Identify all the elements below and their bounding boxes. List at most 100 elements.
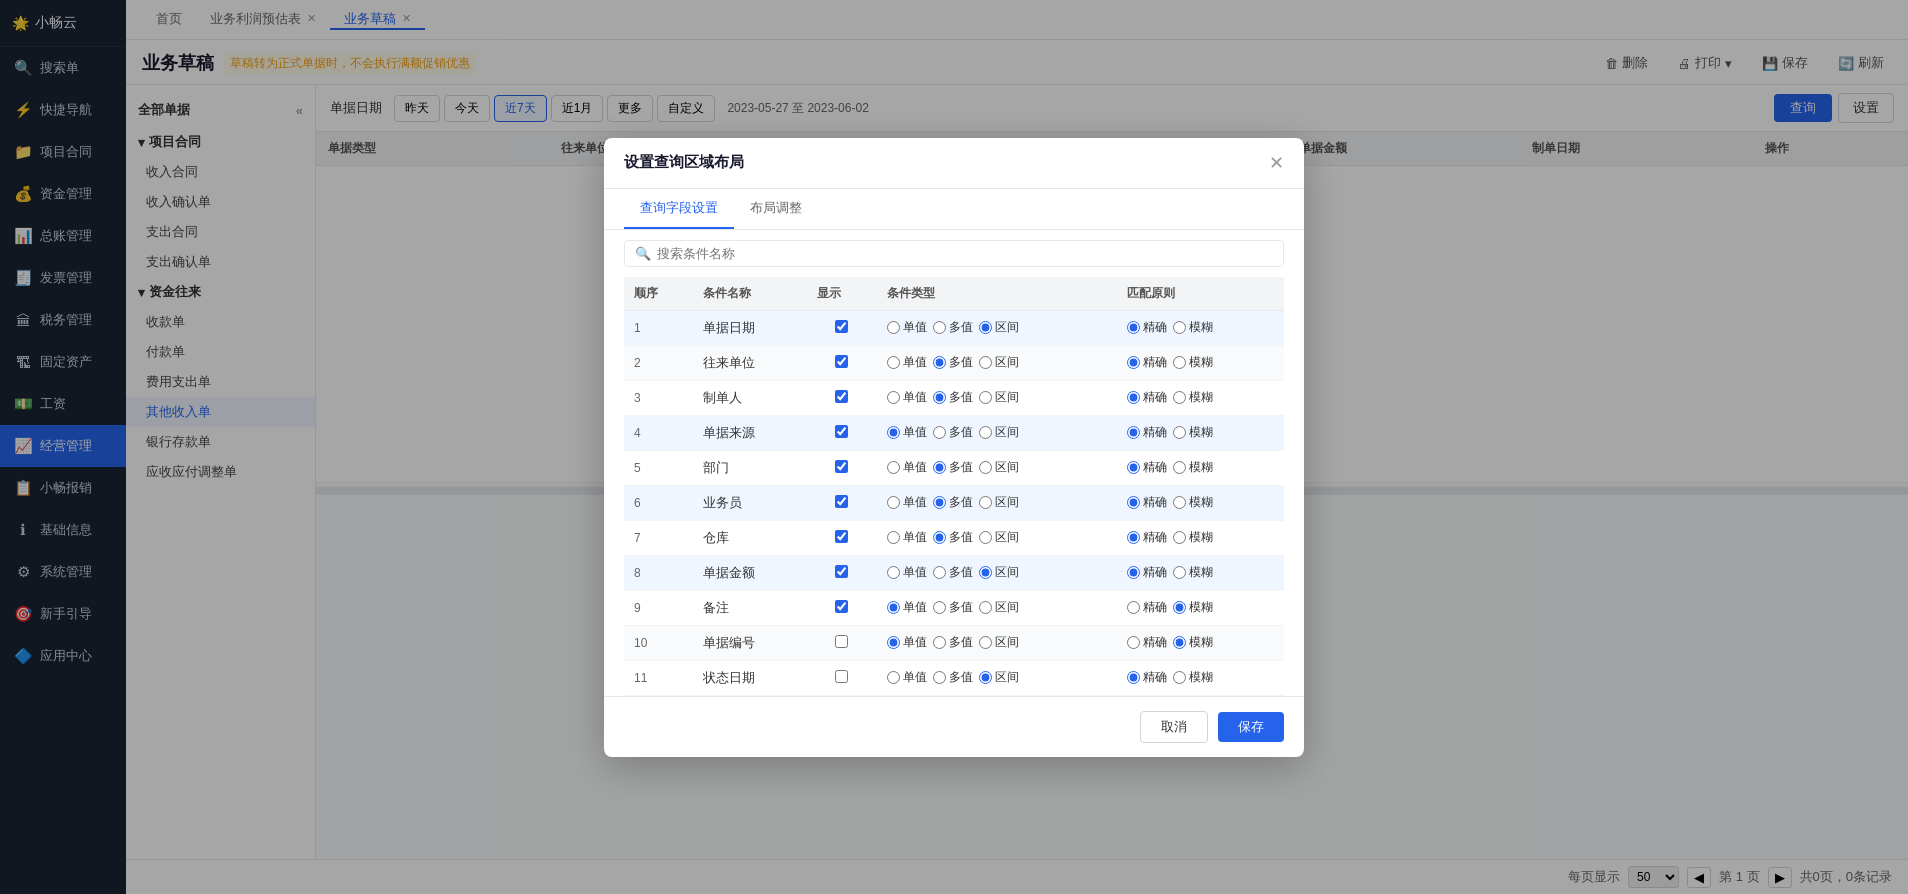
type-radio-多值[interactable]: 多值 (933, 459, 973, 476)
modal-col-匹配原则: 匹配原则 (1117, 277, 1284, 311)
type-radio-多值[interactable]: 多值 (933, 634, 973, 651)
type-radio-多值[interactable]: 多值 (933, 319, 973, 336)
match-radio-精确[interactable]: 精确 (1127, 634, 1167, 651)
show-checkbox[interactable] (835, 425, 848, 438)
type-radio-区间[interactable]: 区间 (979, 319, 1019, 336)
row-match: 精确 模糊 (1117, 590, 1284, 625)
row-order: 10 (624, 625, 693, 660)
match-radio-模糊[interactable]: 模糊 (1173, 354, 1213, 371)
type-radio-单值[interactable]: 单值 (887, 634, 927, 651)
type-radio-多值[interactable]: 多值 (933, 529, 973, 546)
type-radio-单值[interactable]: 单值 (887, 564, 927, 581)
type-radio-单值[interactable]: 单值 (887, 354, 927, 371)
row-show (807, 520, 876, 555)
modal-save-button[interactable]: 保存 (1218, 712, 1284, 742)
type-radio-单值[interactable]: 单值 (887, 494, 927, 511)
match-radio-模糊[interactable]: 模糊 (1173, 669, 1213, 686)
match-radio-模糊[interactable]: 模糊 (1173, 424, 1213, 441)
row-match: 精确 模糊 (1117, 520, 1284, 555)
match-radio-模糊[interactable]: 模糊 (1173, 634, 1213, 651)
show-checkbox[interactable] (835, 600, 848, 613)
type-radio-单值[interactable]: 单值 (887, 459, 927, 476)
type-radio-区间[interactable]: 区间 (979, 424, 1019, 441)
modal-table-row: 10单据编号 单值 多值 区间 精确 模糊 (624, 625, 1284, 660)
type-radio-区间[interactable]: 区间 (979, 354, 1019, 371)
type-radio-多值[interactable]: 多值 (933, 669, 973, 686)
show-checkbox[interactable] (835, 390, 848, 403)
type-radio-区间[interactable]: 区间 (979, 564, 1019, 581)
type-radio-多值[interactable]: 多值 (933, 564, 973, 581)
show-checkbox[interactable] (835, 355, 848, 368)
row-type: 单值 多值 区间 (877, 590, 1117, 625)
match-radio-模糊[interactable]: 模糊 (1173, 529, 1213, 546)
show-checkbox[interactable] (835, 530, 848, 543)
cancel-button[interactable]: 取消 (1140, 711, 1208, 743)
row-match: 精确 模糊 (1117, 485, 1284, 520)
row-show (807, 310, 876, 345)
match-radio-精确[interactable]: 精确 (1127, 389, 1167, 406)
row-order: 2 (624, 345, 693, 380)
type-radio-区间[interactable]: 区间 (979, 634, 1019, 651)
show-checkbox[interactable] (835, 495, 848, 508)
type-radio-单值[interactable]: 单值 (887, 529, 927, 546)
search-icon: 🔍 (635, 246, 651, 261)
match-radio-精确[interactable]: 精确 (1127, 529, 1167, 546)
match-radio-精确[interactable]: 精确 (1127, 599, 1167, 616)
modal-table: 顺序条件名称显示条件类型匹配原则 1单据日期 单值 多值 区间 精确 模糊 2往… (624, 277, 1284, 696)
match-radio-精确[interactable]: 精确 (1127, 319, 1167, 336)
type-radio-单值[interactable]: 单值 (887, 389, 927, 406)
type-radio-多值[interactable]: 多值 (933, 354, 973, 371)
type-radio-单值[interactable]: 单值 (887, 669, 927, 686)
type-radio-多值[interactable]: 多值 (933, 599, 973, 616)
type-radio-区间[interactable]: 区间 (979, 389, 1019, 406)
show-checkbox[interactable] (835, 670, 848, 683)
type-radio-区间[interactable]: 区间 (979, 669, 1019, 686)
modal-tab-查询字段设置[interactable]: 查询字段设置 (624, 189, 734, 229)
modal-table-row: 11状态日期 单值 多值 区间 精确 模糊 (624, 660, 1284, 695)
match-radio-精确[interactable]: 精确 (1127, 424, 1167, 441)
match-radio-模糊[interactable]: 模糊 (1173, 599, 1213, 616)
type-radio-单值[interactable]: 单值 (887, 599, 927, 616)
show-checkbox[interactable] (835, 460, 848, 473)
type-radio-区间[interactable]: 区间 (979, 529, 1019, 546)
row-show (807, 555, 876, 590)
modal-table-row: 2往来单位 单值 多值 区间 精确 模糊 (624, 345, 1284, 380)
row-name: 仓库 (693, 520, 807, 555)
row-order: 6 (624, 485, 693, 520)
row-order: 3 (624, 380, 693, 415)
match-radio-模糊[interactable]: 模糊 (1173, 564, 1213, 581)
modal-tab-布局调整[interactable]: 布局调整 (734, 189, 818, 229)
row-type: 单值 多值 区间 (877, 310, 1117, 345)
show-checkbox[interactable] (835, 565, 848, 578)
match-radio-模糊[interactable]: 模糊 (1173, 319, 1213, 336)
type-radio-多值[interactable]: 多值 (933, 424, 973, 441)
row-type: 单值 多值 区间 (877, 380, 1117, 415)
show-checkbox[interactable] (835, 320, 848, 333)
show-checkbox[interactable] (835, 635, 848, 648)
row-order: 1 (624, 310, 693, 345)
match-radio-精确[interactable]: 精确 (1127, 669, 1167, 686)
modal-header: 设置查询区域布局 ✕ (604, 138, 1304, 189)
type-radio-区间[interactable]: 区间 (979, 494, 1019, 511)
row-match: 精确 模糊 (1117, 555, 1284, 590)
row-match: 精确 模糊 (1117, 380, 1284, 415)
type-radio-单值[interactable]: 单值 (887, 319, 927, 336)
modal-close-button[interactable]: ✕ (1269, 152, 1284, 174)
match-radio-精确[interactable]: 精确 (1127, 564, 1167, 581)
type-radio-多值[interactable]: 多值 (933, 389, 973, 406)
type-radio-区间[interactable]: 区间 (979, 599, 1019, 616)
match-radio-模糊[interactable]: 模糊 (1173, 459, 1213, 476)
match-radio-模糊[interactable]: 模糊 (1173, 389, 1213, 406)
row-name: 制单人 (693, 380, 807, 415)
row-type: 单值 多值 区间 (877, 345, 1117, 380)
match-radio-精确[interactable]: 精确 (1127, 494, 1167, 511)
type-radio-区间[interactable]: 区间 (979, 459, 1019, 476)
search-input[interactable] (657, 246, 857, 261)
row-name: 备注 (693, 590, 807, 625)
type-radio-单值[interactable]: 单值 (887, 424, 927, 441)
match-radio-精确[interactable]: 精确 (1127, 459, 1167, 476)
modal-footer: 取消 保存 (604, 696, 1304, 757)
match-radio-模糊[interactable]: 模糊 (1173, 494, 1213, 511)
type-radio-多值[interactable]: 多值 (933, 494, 973, 511)
match-radio-精确[interactable]: 精确 (1127, 354, 1167, 371)
